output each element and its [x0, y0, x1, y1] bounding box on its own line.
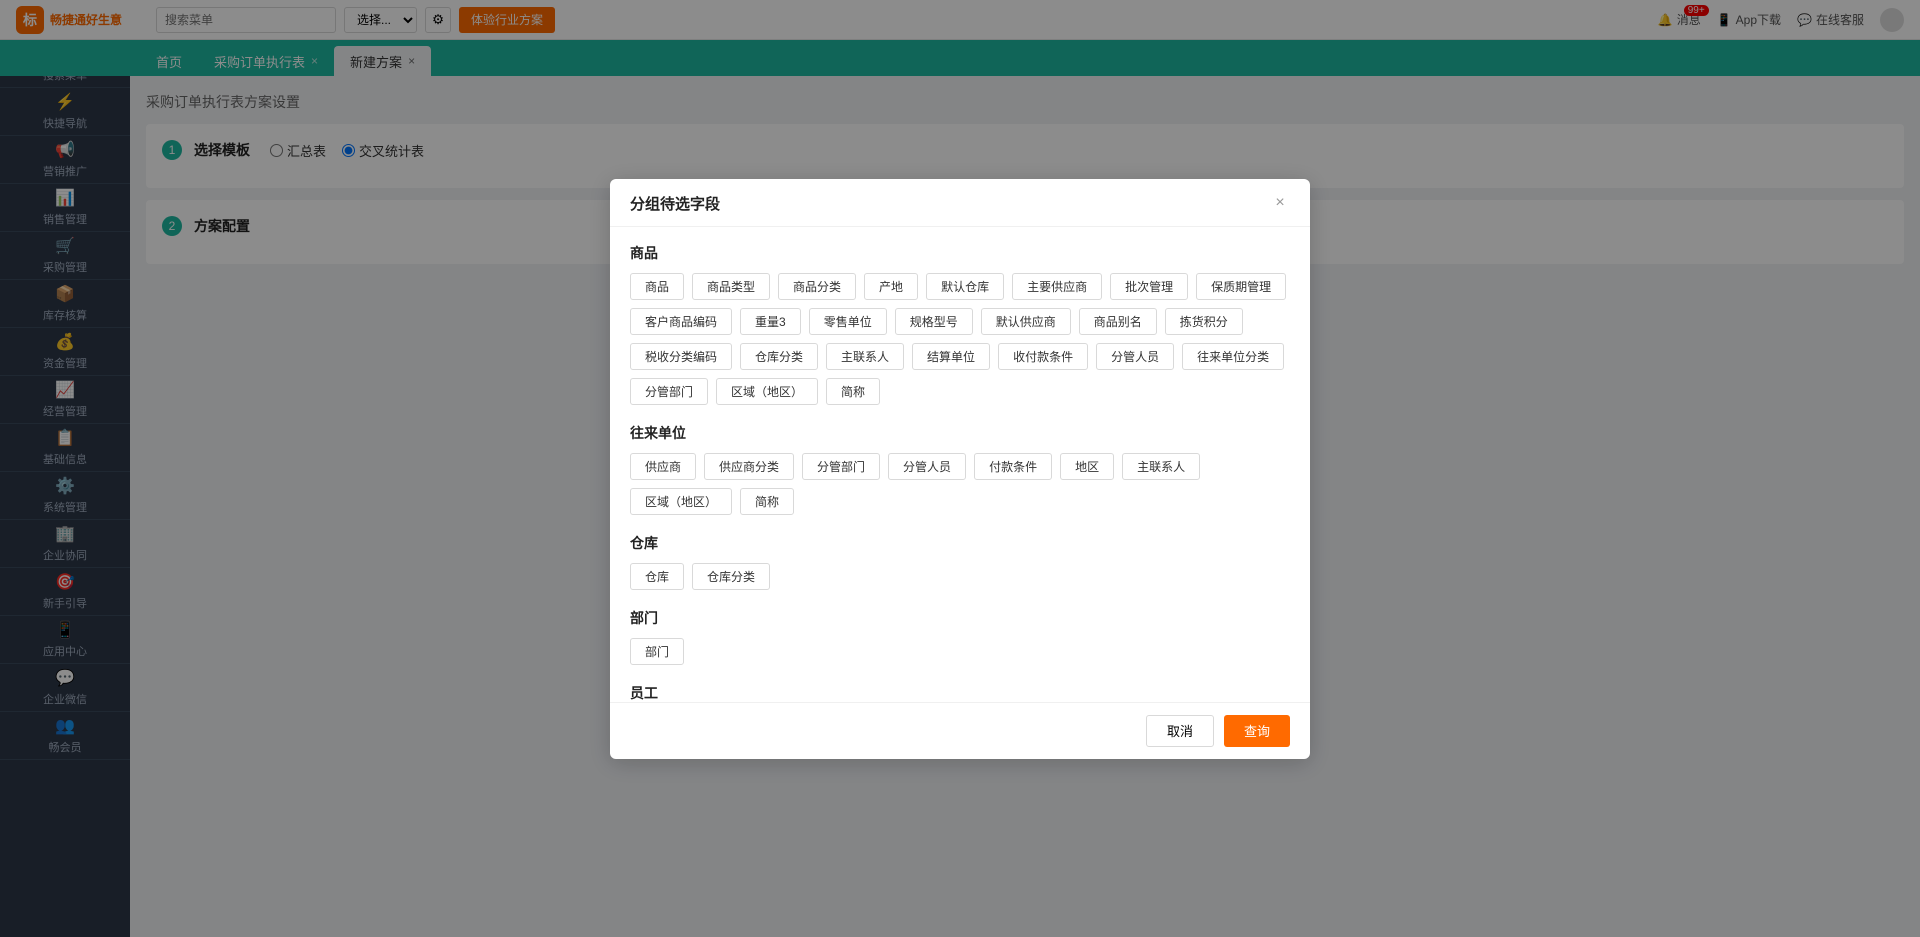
chip-goods-16[interactable]: 仓库分类: [740, 343, 818, 370]
section-goods: 商品 商品 商品类型 商品分类 产地 默认仓库 主要供应商 批次管理 保质期管理…: [630, 243, 1290, 405]
section-goods-title: 商品: [630, 243, 1290, 263]
chip-partner-2[interactable]: 分管部门: [802, 453, 880, 480]
chip-department-0[interactable]: 部门: [630, 638, 684, 665]
partner-chips: 供应商 供应商分类 分管部门 分管人员 付款条件 地区 主联系人 区域（地区） …: [630, 453, 1290, 515]
goods-chips: 商品 商品类型 商品分类 产地 默认仓库 主要供应商 批次管理 保质期管理 客户…: [630, 273, 1290, 405]
chip-warehouse-1[interactable]: 仓库分类: [692, 563, 770, 590]
chip-goods-18[interactable]: 结算单位: [912, 343, 990, 370]
chip-partner-3[interactable]: 分管人员: [888, 453, 966, 480]
chip-goods-9[interactable]: 重量3: [740, 308, 801, 335]
chip-partner-5[interactable]: 地区: [1060, 453, 1114, 480]
section-employee: 员工 业务员: [630, 683, 1290, 702]
chip-goods-8[interactable]: 客户商品编码: [630, 308, 732, 335]
chip-partner-1[interactable]: 供应商分类: [704, 453, 794, 480]
section-partner: 往来单位 供应商 供应商分类 分管部门 分管人员 付款条件 地区 主联系人 区域…: [630, 423, 1290, 515]
chip-goods-24[interactable]: 简称: [826, 378, 880, 405]
chip-goods-20[interactable]: 分管人员: [1096, 343, 1174, 370]
modal-title: 分组待选字段: [630, 193, 720, 214]
chip-goods-3[interactable]: 产地: [864, 273, 918, 300]
chip-goods-14[interactable]: 拣货积分: [1165, 308, 1243, 335]
chip-goods-6[interactable]: 批次管理: [1110, 273, 1188, 300]
modal-overlay: 分组待选字段 × 商品 商品 商品类型 商品分类 产地 默认仓库 主要供应商 批…: [0, 0, 1920, 937]
chip-goods-10[interactable]: 零售单位: [809, 308, 887, 335]
chip-goods-21[interactable]: 往来单位分类: [1182, 343, 1284, 370]
chip-goods-0[interactable]: 商品: [630, 273, 684, 300]
chip-goods-7[interactable]: 保质期管理: [1196, 273, 1286, 300]
modal-close-button[interactable]: ×: [1270, 193, 1290, 213]
chip-goods-15[interactable]: 税收分类编码: [630, 343, 732, 370]
chip-goods-17[interactable]: 主联系人: [826, 343, 904, 370]
section-department-title: 部门: [630, 608, 1290, 628]
chip-goods-5[interactable]: 主要供应商: [1012, 273, 1102, 300]
chip-goods-1[interactable]: 商品类型: [692, 273, 770, 300]
field-select-modal: 分组待选字段 × 商品 商品 商品类型 商品分类 产地 默认仓库 主要供应商 批…: [610, 179, 1310, 759]
chip-goods-4[interactable]: 默认仓库: [926, 273, 1004, 300]
chip-partner-4[interactable]: 付款条件: [974, 453, 1052, 480]
chip-goods-12[interactable]: 默认供应商: [981, 308, 1071, 335]
chip-goods-23[interactable]: 区域（地区）: [716, 378, 818, 405]
chip-partner-6[interactable]: 主联系人: [1122, 453, 1200, 480]
cancel-button[interactable]: 取消: [1146, 715, 1214, 747]
chip-goods-11[interactable]: 规格型号: [895, 308, 973, 335]
chip-warehouse-0[interactable]: 仓库: [630, 563, 684, 590]
chip-goods-13[interactable]: 商品别名: [1079, 308, 1157, 335]
modal-footer: 取消 查询: [610, 702, 1310, 759]
chip-goods-22[interactable]: 分管部门: [630, 378, 708, 405]
chip-partner-8[interactable]: 简称: [740, 488, 794, 515]
chip-partner-7[interactable]: 区域（地区）: [630, 488, 732, 515]
section-employee-title: 员工: [630, 683, 1290, 702]
modal-body: 商品 商品 商品类型 商品分类 产地 默认仓库 主要供应商 批次管理 保质期管理…: [610, 227, 1310, 702]
confirm-button[interactable]: 查询: [1224, 715, 1290, 747]
chip-goods-19[interactable]: 收付款条件: [998, 343, 1088, 370]
section-warehouse-title: 仓库: [630, 533, 1290, 553]
chip-partner-0[interactable]: 供应商: [630, 453, 696, 480]
section-department: 部门 部门: [630, 608, 1290, 665]
modal-header: 分组待选字段 ×: [610, 179, 1310, 227]
department-chips: 部门: [630, 638, 1290, 665]
section-partner-title: 往来单位: [630, 423, 1290, 443]
chip-goods-2[interactable]: 商品分类: [778, 273, 856, 300]
warehouse-chips: 仓库 仓库分类: [630, 563, 1290, 590]
section-warehouse: 仓库 仓库 仓库分类: [630, 533, 1290, 590]
